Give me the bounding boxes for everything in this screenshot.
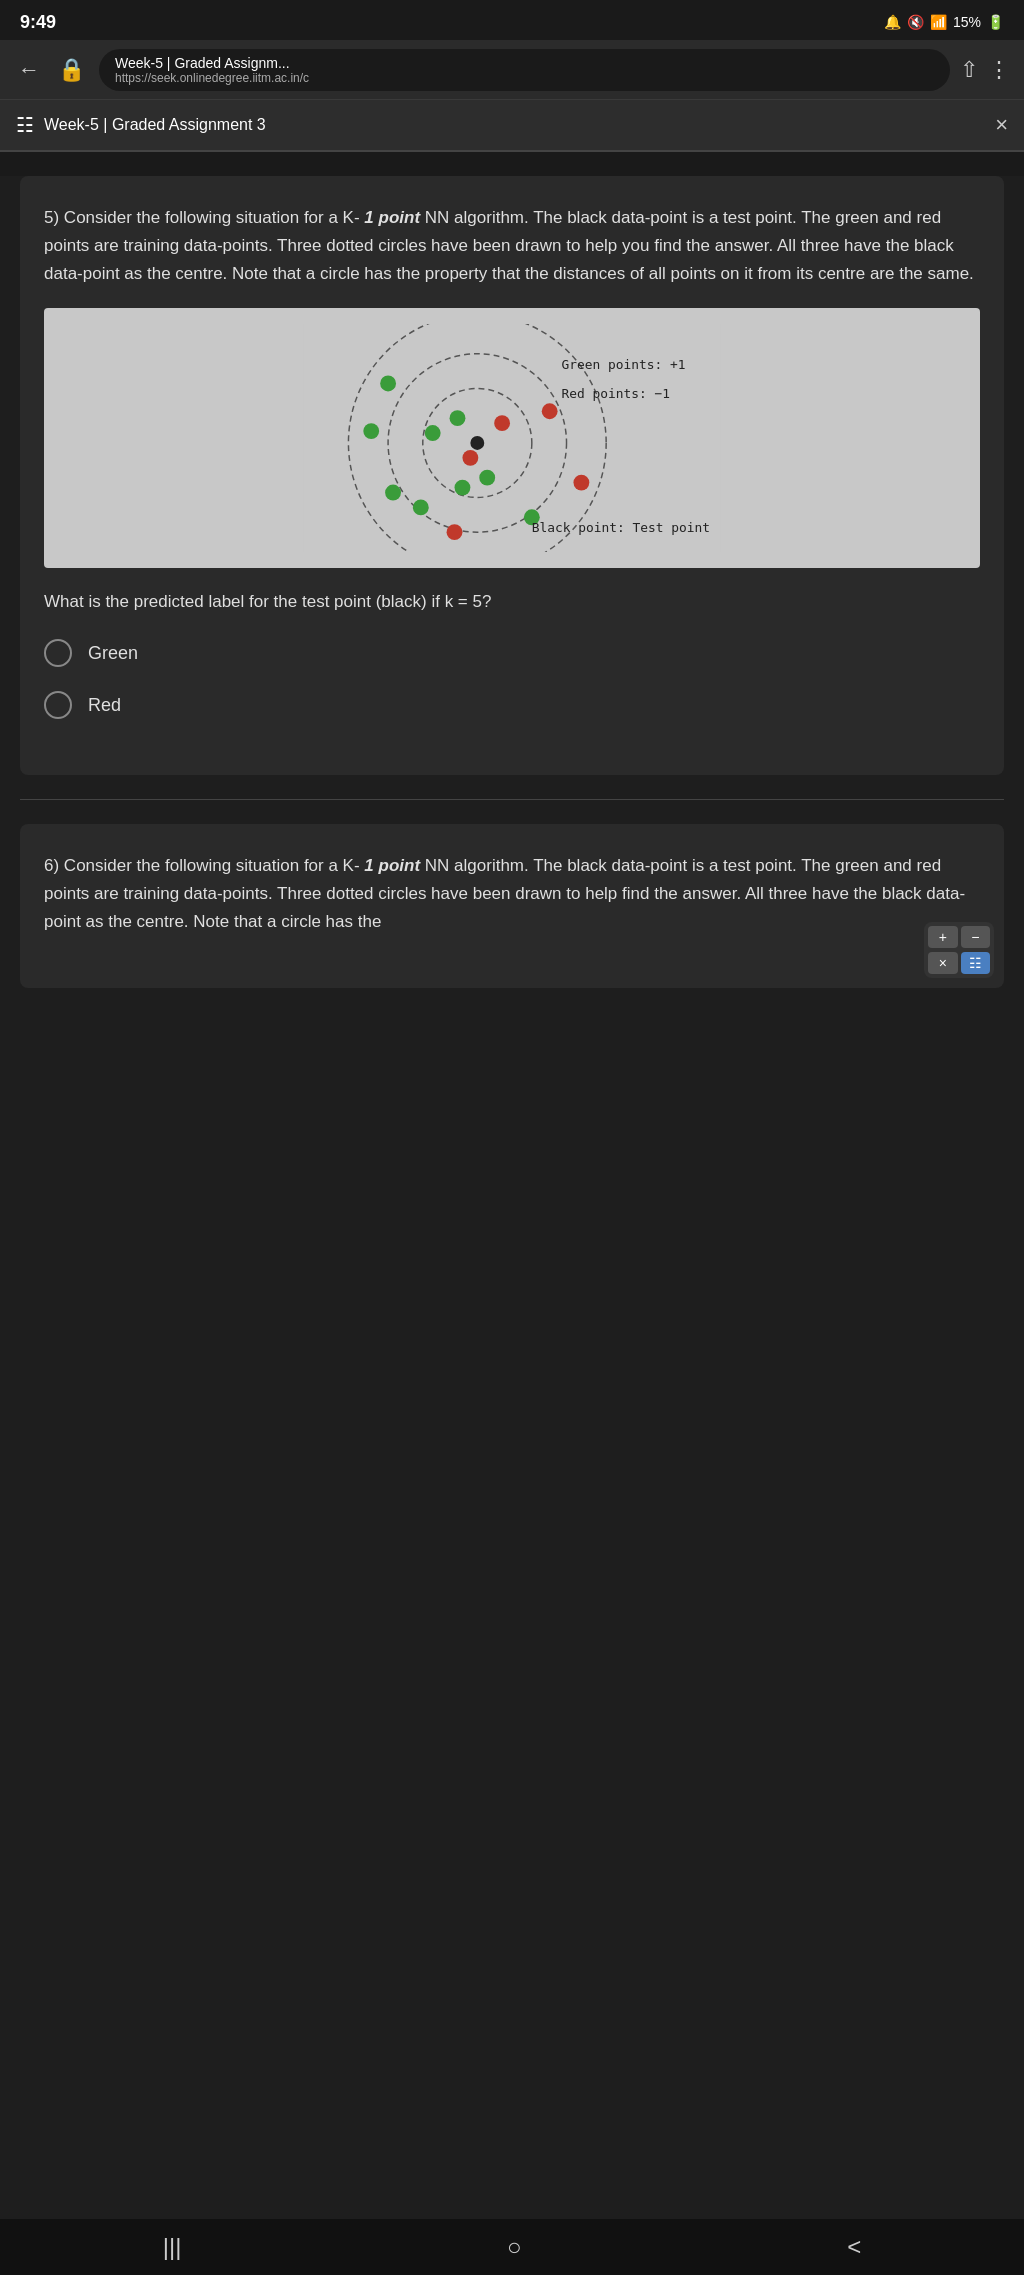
calc-minus-btn[interactable]: − (961, 926, 991, 948)
mute-icon: 🔇 (907, 14, 924, 30)
svg-point-14 (494, 415, 510, 431)
svg-point-10 (380, 376, 396, 392)
question-6-number: 6) (44, 856, 59, 875)
svg-point-15 (462, 450, 478, 466)
nav-recent-button[interactable]: < (823, 2225, 885, 2269)
battery-indicator: 15% (953, 14, 981, 30)
nav-home-button[interactable]: ○ (483, 2225, 546, 2269)
knn-diagram: Green points: +1 Red points: −1 Black po… (44, 308, 980, 568)
knn-svg: Green points: +1 Red points: −1 Black po… (60, 324, 964, 552)
question-5-text: 5) Consider the following situation for … (44, 204, 980, 288)
option-green-row[interactable]: Green (44, 639, 980, 667)
svg-point-17 (573, 475, 589, 491)
menu-button[interactable]: ⋮ (988, 57, 1010, 83)
question-6-points: 1 point (364, 856, 420, 875)
calc-plus-btn[interactable]: + (928, 926, 958, 948)
status-bar: 9:49 🔔 🔇 📶 15% 🔋 (0, 0, 1024, 40)
option-green-radio[interactable] (44, 639, 72, 667)
tab-title: Week-5 | Graded Assignment 3 (44, 116, 995, 134)
svg-point-11 (413, 500, 429, 516)
question-5-prefix: Consider the following situation for a K… (64, 208, 360, 227)
svg-text:Red points:   −1: Red points: −1 (562, 386, 671, 401)
question-5-card: 5) Consider the following situation for … (20, 176, 1004, 775)
svg-point-9 (363, 423, 379, 439)
question-5-sub: What is the predicted label for the test… (44, 588, 980, 615)
question-5-number: 5) (44, 208, 59, 227)
status-time: 9:49 (20, 12, 56, 33)
svg-point-4 (470, 436, 484, 450)
calc-multiply-btn[interactable]: × (928, 952, 958, 974)
lock-icon: 🔒 (54, 53, 89, 87)
tab-close-button[interactable]: × (995, 112, 1008, 138)
svg-point-18 (447, 524, 463, 540)
svg-point-8 (455, 480, 471, 496)
question-5-points: 1 point (364, 208, 420, 227)
address-bar: ← 🔒 Week-5 | Graded Assignm... https://s… (0, 40, 1024, 100)
calc-equals-btn[interactable]: ☷ (961, 952, 991, 974)
question-6-card: 6) Consider the following situation for … (20, 824, 1004, 988)
url-text: https://seek.onlinedegree.iitm.ac.in/c (115, 71, 934, 85)
nav-back-button[interactable]: ||| (139, 2225, 206, 2269)
option-red-label: Red (88, 695, 121, 716)
back-button[interactable]: ← (14, 53, 44, 87)
content-area: 5) Consider the following situation for … (0, 176, 1024, 2243)
svg-text:Black point: Test point: Black point: Test point (532, 520, 710, 535)
battery-icon: 🔋 (987, 14, 1004, 30)
svg-point-13 (385, 485, 401, 501)
bottom-nav: ||| ○ < (0, 2219, 1024, 2275)
share-button[interactable]: ⇧ (960, 57, 978, 83)
card-divider (20, 799, 1004, 800)
option-green-label: Green (88, 643, 138, 664)
option-red-row[interactable]: Red (44, 691, 980, 719)
url-container[interactable]: Week-5 | Graded Assignm... https://seek.… (99, 49, 950, 91)
tab-header: ☷ Week-5 | Graded Assignment 3 × (0, 100, 1024, 152)
question-6-prefix: Consider the following situation for a K… (64, 856, 360, 875)
calculator-widget[interactable]: + − × ☷ (924, 922, 994, 978)
tab-doc-icon: ☷ (16, 113, 34, 137)
svg-point-5 (450, 410, 466, 426)
option-red-radio[interactable] (44, 691, 72, 719)
question-6-text: 6) Consider the following situation for … (44, 852, 980, 936)
wifi-icon: 📶 (930, 14, 947, 30)
page-title-addr: Week-5 | Graded Assignm... (115, 55, 934, 71)
svg-point-7 (425, 425, 441, 441)
alarm-icon: 🔔 (884, 14, 901, 30)
svg-point-6 (479, 470, 495, 486)
svg-text:Green points: +1: Green points: +1 (562, 357, 686, 372)
status-icons: 🔔 🔇 📶 15% 🔋 (884, 14, 1004, 30)
svg-point-16 (542, 403, 558, 419)
